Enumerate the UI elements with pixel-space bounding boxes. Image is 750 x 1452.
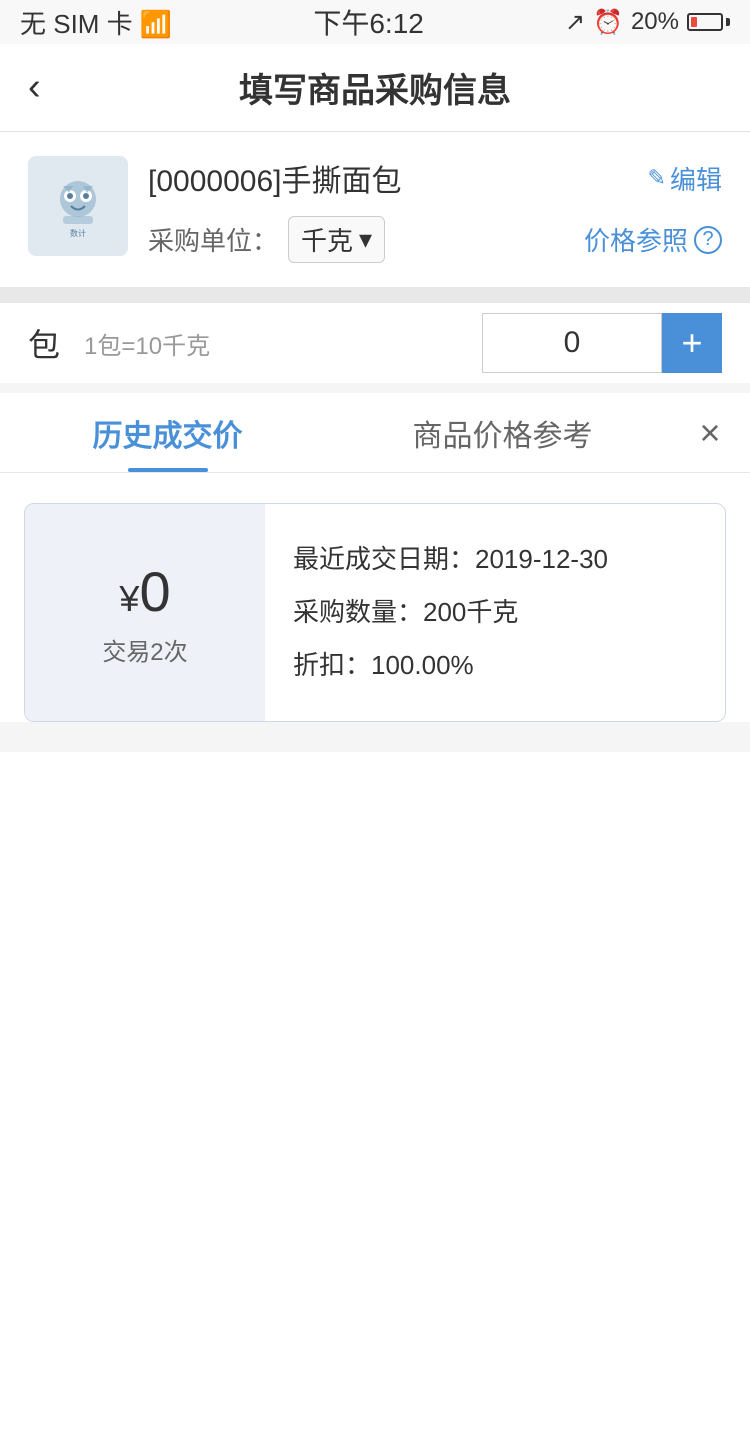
tab-history-price-label: 历史成交价 [93,411,243,455]
product-image-icon: 数计 [43,171,113,241]
tabs-row: 历史成交价 商品价格参考 × [0,393,750,473]
recent-date-row: 最近成交日期：2019-12-30 [293,540,697,579]
price-transactions: 交易2次 [102,632,187,667]
quantity-input-group: + [482,313,722,373]
tab-active-underline [128,468,208,472]
tab-product-price-ref-label: 商品价格参考 [413,411,593,455]
discount-value: 100.00% [371,650,474,680]
quantity-input[interactable] [482,313,662,373]
nav-bar: ‹ 填写商品采购信息 [0,44,750,132]
battery-icon [687,13,730,31]
discount-label: 折扣： [293,650,371,680]
unit-selector-group: 采购单位： 千克 ▾ [148,216,385,263]
unit-dropdown[interactable]: 千克 ▾ [288,216,385,263]
main-content-area [0,752,750,1452]
status-left: 无 SIM 卡 📶 [20,4,172,41]
location-icon: ↗ [565,8,585,37]
back-button[interactable]: ‹ [28,66,41,109]
unit-value: 千克 [301,221,353,258]
edit-icon: ✎ [648,165,666,191]
purchase-qty-row: 采购数量：200千克 [293,593,697,632]
help-icon: ? [694,226,722,254]
sim-label: 无 SIM 卡 [20,9,140,39]
wifi-icon: 📶 [140,9,172,39]
product-name: [0000006]手撕面包 [148,156,401,200]
svg-text:数计: 数计 [70,228,86,238]
purchase-unit-label: 采购单位： [148,221,278,258]
quantity-conversion-label: 1包=10千克 [84,326,210,361]
price-ref-button[interactable]: 价格参照 ? [584,221,722,258]
page-title: 填写商品采购信息 [239,63,511,112]
edit-button[interactable]: ✎ 编辑 [648,160,722,197]
purchase-qty-value: 200千克 [423,597,518,627]
quantity-unit-label: 包 [28,320,60,366]
price-card: ¥0 交易2次 最近成交日期：2019-12-30 采购数量：200千克 折扣：… [24,503,726,722]
product-name-row: [0000006]手撕面包 ✎ 编辑 [148,156,722,200]
status-right: ↗ ⏰ 20% [565,8,730,37]
price-amount: ¥0 [119,559,170,624]
dropdown-arrow-icon: ▾ [359,224,372,255]
recent-date-label: 最近成交日期： [293,544,475,574]
tab-close-button[interactable]: × [670,393,750,472]
product-thumbnail: 数计 [28,156,128,256]
price-ref-label: 价格参照 [584,221,688,258]
alarm-icon: ⏰ [593,8,623,37]
status-time: 下午6:12 [313,2,424,42]
currency-symbol: ¥ [119,578,139,619]
price-card-right: 最近成交日期：2019-12-30 采购数量：200千克 折扣：100.00% [265,504,725,721]
section-divider [0,287,750,303]
bottom-panel: 历史成交价 商品价格参考 × ¥0 交易2次 最近成交日期：2019-12-30… [0,393,750,722]
price-card-left: ¥0 交易2次 [25,504,265,721]
quantity-row: 包 1包=10千克 + [0,303,750,383]
purchase-unit-row: 采购单位： 千克 ▾ 价格参照 ? [148,216,722,263]
price-value: 0 [139,560,170,623]
discount-row: 折扣：100.00% [293,646,697,685]
purchase-qty-label: 采购数量： [293,597,423,627]
battery-percent: 20% [631,8,679,36]
tab-product-price-ref[interactable]: 商品价格参考 [335,393,670,472]
quantity-plus-button[interactable]: + [662,313,722,373]
recent-date-value: 2019-12-30 [475,544,608,574]
product-section: 数计 [0000006]手撕面包 ✎ 编辑 采购单位： 千克 ▾ 价格参照 [0,132,750,287]
edit-label: 编辑 [670,160,722,197]
status-bar: 无 SIM 卡 📶 下午6:12 ↗ ⏰ 20% [0,0,750,44]
tab-history-price[interactable]: 历史成交价 [0,393,335,472]
product-info: [0000006]手撕面包 ✎ 编辑 采购单位： 千克 ▾ 价格参照 ? [148,156,722,263]
